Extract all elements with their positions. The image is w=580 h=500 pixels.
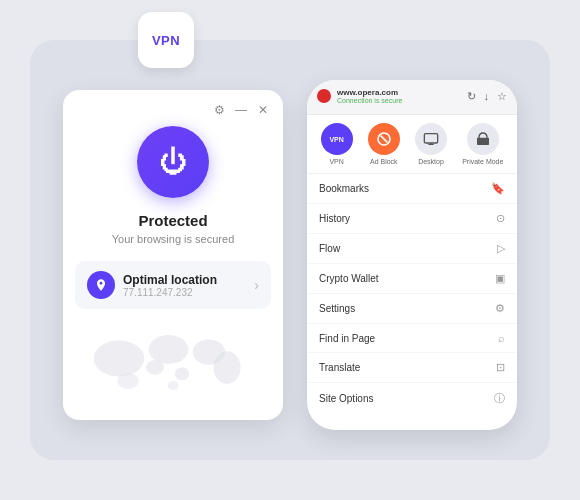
vpn-circle: VPN <box>321 123 353 155</box>
browser-bar: www.opera.com Connection is secure ↻ ↓ ☆ <box>307 80 517 115</box>
quick-access-row: VPN VPN Ad Block Desktop Private Mode <box>307 115 517 174</box>
protected-subtitle: Your browsing is secured <box>112 233 235 245</box>
wallet-icon: ▣ <box>495 272 505 285</box>
bookmark-icon: 🔖 <box>491 182 505 195</box>
desktop-quick-btn[interactable]: Desktop <box>415 123 447 165</box>
site-options-label: Site Options <box>319 393 373 404</box>
url-bar: www.opera.com Connection is secure <box>337 88 461 104</box>
power-icon: ⏻ <box>159 148 187 176</box>
location-icon <box>87 271 115 299</box>
menu-item-find[interactable]: Find in Page ⌕ <box>307 324 517 353</box>
location-name: Optimal location <box>123 273 246 287</box>
svg-point-6 <box>168 381 179 390</box>
adblock-quick-btn[interactable]: Ad Block <box>368 123 400 165</box>
menu-item-settings[interactable]: Settings ⚙ <box>307 294 517 324</box>
browser-actions: ↻ ↓ ☆ <box>467 90 508 103</box>
svg-point-2 <box>146 360 164 374</box>
private-circle <box>467 123 499 155</box>
menu-item-bookmarks[interactable]: Bookmarks 🔖 <box>307 174 517 204</box>
history-label: History <box>319 213 350 224</box>
minimize-icon[interactable]: — <box>233 102 249 118</box>
private-quick-label: Private Mode <box>462 158 503 165</box>
url-row: www.opera.com Connection is secure ↻ ↓ ☆ <box>317 88 507 104</box>
private-quick-btn[interactable]: Private Mode <box>462 123 503 165</box>
adblock-circle <box>368 123 400 155</box>
history-icon: ⊙ <box>496 212 505 225</box>
desktop-circle <box>415 123 447 155</box>
svg-point-4 <box>214 351 241 383</box>
vpn-quick-label: VPN <box>329 158 343 165</box>
svg-point-1 <box>149 335 189 364</box>
settings-icon[interactable]: ⚙ <box>211 102 227 118</box>
settings-label: Settings <box>319 303 355 314</box>
location-chevron-icon: › <box>254 277 259 293</box>
location-ip: 77.111.247.232 <box>123 287 246 298</box>
settings-menu-icon: ⚙ <box>495 302 505 315</box>
flow-icon: ▷ <box>497 242 505 255</box>
vpn-quick-btn[interactable]: VPN VPN <box>321 123 353 165</box>
svg-rect-10 <box>424 134 437 143</box>
secure-text: Connection is secure <box>337 97 461 104</box>
adblock-quick-label: Ad Block <box>370 158 398 165</box>
location-info: Optimal location 77.111.247.232 <box>123 273 246 298</box>
vpn-card: ⚙ — ✕ ⏻ Protected Your browsing is secur… <box>63 90 283 420</box>
power-button[interactable]: ⏻ <box>137 126 209 198</box>
opera-icon <box>317 89 331 103</box>
crypto-label: Crypto Wallet <box>319 273 379 284</box>
world-map-svg <box>83 318 263 408</box>
vpn-app-icon[interactable]: VPN <box>138 12 194 68</box>
vpn-icon-label: VPN <box>152 33 180 48</box>
phone-frame: www.opera.com Connection is secure ↻ ↓ ☆… <box>307 80 517 430</box>
star-icon[interactable]: ☆ <box>497 90 507 103</box>
bookmarks-label: Bookmarks <box>319 183 369 194</box>
translate-label: Translate <box>319 362 360 373</box>
find-icon: ⌕ <box>498 332 505 344</box>
desktop-quick-label: Desktop <box>418 158 444 165</box>
flow-label: Flow <box>319 243 340 254</box>
download-icon[interactable]: ↓ <box>484 90 490 102</box>
find-label: Find in Page <box>319 333 375 344</box>
reload-icon[interactable]: ↻ <box>467 90 476 103</box>
close-icon[interactable]: ✕ <box>255 102 271 118</box>
menu-item-flow[interactable]: Flow ▷ <box>307 234 517 264</box>
svg-point-5 <box>175 367 189 380</box>
menu-item-crypto[interactable]: Crypto Wallet ▣ <box>307 264 517 294</box>
svg-line-9 <box>380 136 387 143</box>
vpn-card-header: ⚙ — ✕ <box>75 102 271 118</box>
world-map <box>75 317 271 408</box>
menu-item-translate[interactable]: Translate ⊡ <box>307 353 517 383</box>
svg-point-7 <box>117 372 139 388</box>
location-svg <box>94 278 108 292</box>
menu-list: Bookmarks 🔖 History ⊙ Flow ▷ Crypto Wall… <box>307 174 517 430</box>
translate-icon: ⊡ <box>496 361 505 374</box>
location-row[interactable]: Optimal location 77.111.247.232 › <box>75 261 271 309</box>
menu-item-site-options[interactable]: Site Options ⓘ <box>307 383 517 414</box>
menu-item-history[interactable]: History ⊙ <box>307 204 517 234</box>
main-container: VPN ⚙ — ✕ ⏻ Protected Your browsing is s… <box>30 40 550 460</box>
url-text: www.opera.com <box>337 88 461 97</box>
site-options-icon: ⓘ <box>494 391 505 406</box>
protected-title: Protected <box>138 212 207 229</box>
svg-point-0 <box>94 340 144 376</box>
